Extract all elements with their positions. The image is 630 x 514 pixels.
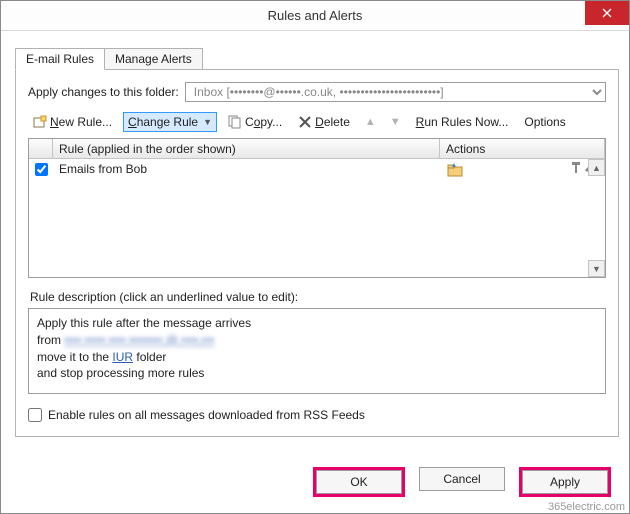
watermark: 365electric.com	[548, 501, 625, 513]
tab-email-rules[interactable]: E-mail Rules	[15, 48, 105, 70]
move-down-button[interactable]: ▼	[386, 116, 405, 128]
desc-folder-link[interactable]: IUR	[112, 350, 133, 364]
desc-line-4: and stop processing more rules	[37, 365, 597, 382]
close-button[interactable]	[585, 1, 629, 25]
description-box: Apply this rule after the message arrive…	[28, 308, 606, 394]
dialog-buttons: OK Cancel Apply	[1, 457, 629, 513]
tab-panel-email-rules: Apply changes to this folder: Inbox [•••…	[15, 69, 619, 437]
rule-name-cell: Emails from Bob	[53, 162, 440, 176]
enable-rss-label: Enable rules on all messages downloaded …	[48, 408, 365, 422]
ok-button[interactable]: OK	[316, 470, 402, 494]
new-rule-icon	[33, 115, 47, 129]
desc-line-1: Apply this rule after the message arrive…	[37, 315, 597, 332]
table-row[interactable]: Emails from Bob	[29, 159, 605, 179]
col-rule-header[interactable]: Rule (applied in the order shown)	[53, 139, 440, 158]
apply-folder-label: Apply changes to this folder:	[28, 85, 179, 99]
close-icon	[602, 8, 612, 18]
col-actions-header[interactable]: Actions	[440, 139, 605, 158]
options-button[interactable]: Options	[519, 112, 570, 132]
delete-icon	[298, 115, 312, 129]
desc-from-link[interactable]: •••• ••••• •••• •••••••• @ ••••.•••	[64, 333, 214, 347]
change-rule-label: hange Rule	[137, 115, 198, 129]
delete-label: elete	[324, 115, 350, 129]
rules-toolbar: New Rule... Change Rule ▼ Copy... Delete…	[28, 112, 606, 132]
apply-button[interactable]: Apply	[522, 470, 608, 494]
tab-bar: E-mail Rules Manage Alerts	[15, 45, 619, 69]
rules-alerts-dialog: Rules and Alerts E-mail Rules Manage Ale…	[0, 0, 630, 514]
cancel-button[interactable]: Cancel	[419, 467, 505, 491]
run-rules-label: un Rules Now...	[424, 115, 508, 129]
scroll-up-button[interactable]: ▲	[588, 159, 605, 176]
new-rule-button[interactable]: New Rule...	[28, 112, 117, 132]
apply-highlight: Apply	[519, 467, 611, 497]
copy-icon	[228, 115, 242, 129]
apply-folder-row: Apply changes to this folder: Inbox [•••…	[28, 82, 606, 102]
options-label: Options	[524, 115, 565, 129]
hammer-icon	[571, 162, 582, 176]
description-label: Rule description (click an underlined va…	[30, 290, 606, 304]
copy-button[interactable]: Copy...	[223, 112, 287, 132]
new-rule-label: ew Rule...	[59, 115, 112, 129]
desc-move-suffix: folder	[133, 350, 166, 364]
desc-from-prefix: from	[37, 333, 64, 347]
enable-rss-checkbox[interactable]	[28, 408, 42, 422]
desc-move-prefix: move it to the	[37, 350, 112, 364]
window-title: Rules and Alerts	[268, 8, 363, 23]
move-folder-action-icon	[446, 163, 462, 175]
dropdown-icon: ▼	[203, 117, 212, 127]
rss-row: Enable rules on all messages downloaded …	[28, 408, 606, 422]
folder-select[interactable]: Inbox [••••••••@••••••.co.uk, ••••••••••…	[185, 82, 606, 102]
rules-list: Rule (applied in the order shown) Action…	[28, 138, 606, 278]
change-rule-button[interactable]: Change Rule ▼	[123, 112, 217, 132]
titlebar: Rules and Alerts	[1, 1, 629, 31]
delete-button[interactable]: Delete	[293, 112, 355, 132]
scroll-down-button[interactable]: ▼	[588, 260, 605, 277]
copy-label: C	[245, 115, 254, 129]
rules-list-header: Rule (applied in the order shown) Action…	[29, 139, 605, 159]
move-up-button[interactable]: ▲	[361, 116, 380, 128]
ok-highlight: OK	[313, 467, 405, 497]
rule-enabled-checkbox[interactable]	[35, 163, 48, 176]
tab-manage-alerts[interactable]: Manage Alerts	[104, 48, 203, 70]
run-rules-button[interactable]: Run Rules Now...	[411, 112, 514, 132]
